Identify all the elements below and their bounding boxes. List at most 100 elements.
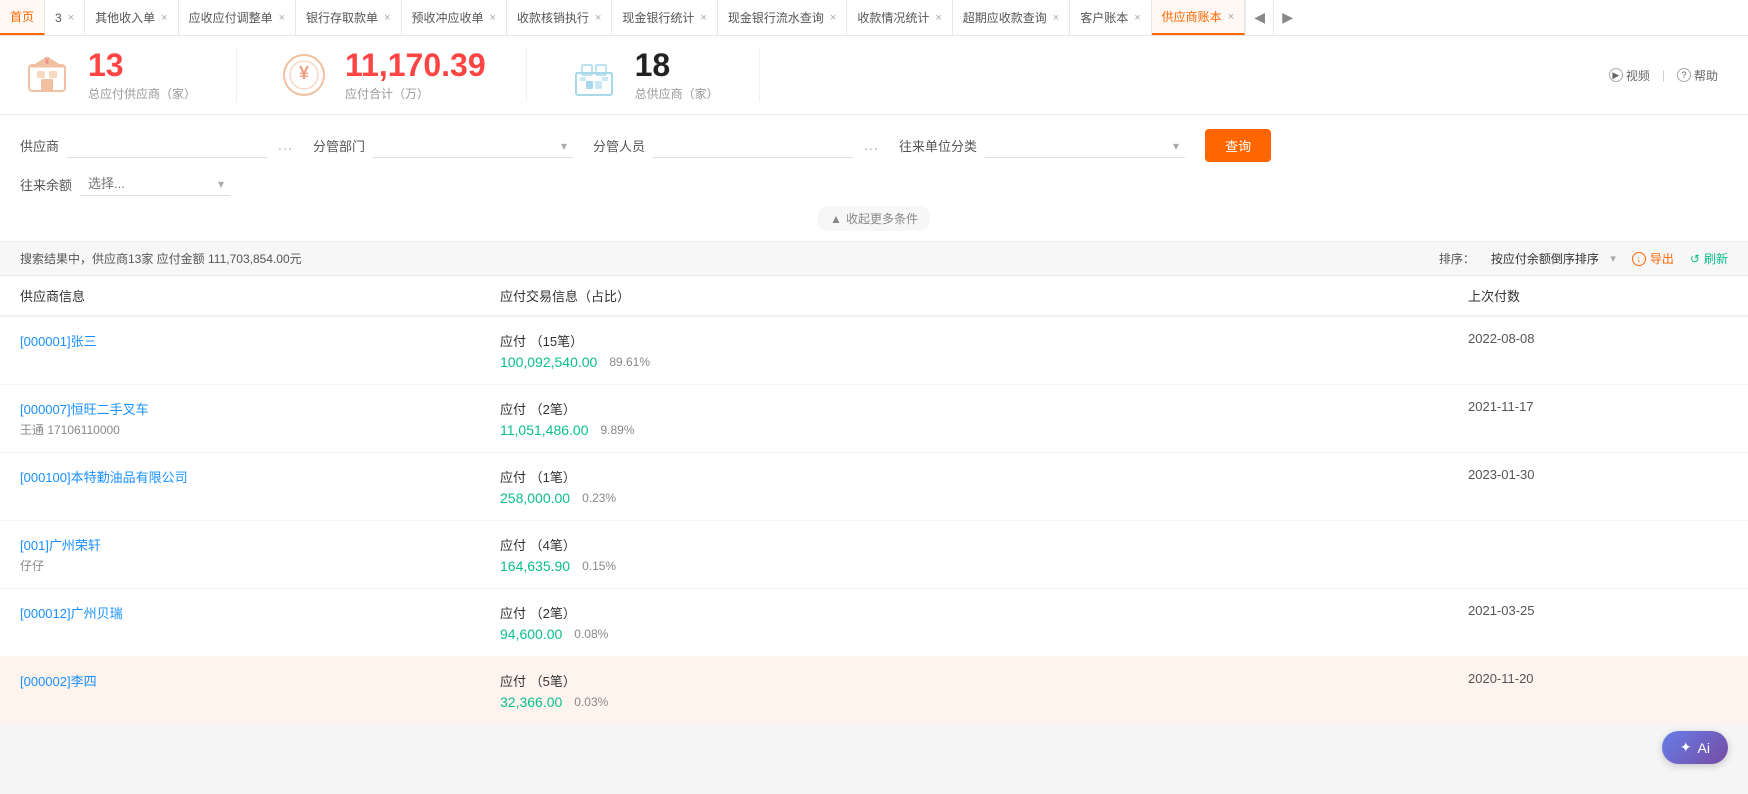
trans-label: 应付 （2笔） [500,399,1468,418]
nav-tab-overdue[interactable]: 超期应收款查询 × [953,0,1070,35]
close-icon[interactable]: × [830,12,836,24]
nav-tab-cash-flow[interactable]: 现金银行流水查询 × [718,0,847,35]
nav-tab-payment-stat[interactable]: 收款情况统计 × [847,0,952,35]
results-actions: 排序： 按应付余额倒序排序 ↓ 导出 ↺ 刷新 [1439,250,1728,267]
close-icon[interactable]: × [490,12,496,24]
supplier-link-000012[interactable]: [000012]广州贝瑞 [20,606,123,621]
stat-total-suppliers-label: 总供应商（家） [635,85,719,102]
nav-tab-advance[interactable]: 预收冲应收单 × [402,0,507,35]
last-pay-date: 2020-11-20 [1468,669,1534,686]
supplier-link-000100[interactable]: [000100]本特勤油品有限公司 [20,470,188,485]
supplier-sub: 王通 17106110000 [20,421,500,438]
close-icon[interactable]: × [384,12,390,24]
trans-count: （4笔） [530,538,576,553]
supplier-icon-3 [567,48,621,102]
supplier-link-000001[interactable]: [000001]张三 [20,334,97,349]
balance-select[interactable] [80,172,230,196]
close-icon[interactable]: × [935,12,941,24]
collapse-button[interactable]: ▲ 收起更多条件 [818,206,930,231]
stat-payable-total: ¥ 11,170.39 应付合计（万） [277,48,527,102]
help-link[interactable]: ? 帮助 [1677,67,1718,84]
results-bar: 搜索结果中，供应商13家 应付金额 111,703,854.00元 排序： 按应… [0,242,1748,276]
video-link[interactable]: ▶ 视频 [1609,67,1650,84]
search-button[interactable]: 查询 [1205,129,1271,162]
export-button[interactable]: ↓ 导出 [1632,250,1674,267]
trans-amount-link[interactable]: 100,092,540.00 [500,354,597,370]
nav-prev-arrow[interactable]: ◀ [1245,0,1273,35]
last-pay-cell: 2020-11-20 [1468,671,1728,686]
stat-total-number: 11,170.39 [345,48,486,83]
trans-info-cell: 应付 （2笔） 94,600.00 0.08% [500,603,1468,642]
supplier-link-000002[interactable]: [000002]李四 [20,674,97,689]
stat-total-suppliers: 18 总供应商（家） [567,48,760,102]
close-icon[interactable]: × [1228,11,1234,23]
trans-amount-link[interactable]: 164,635.90 [500,558,570,574]
close-icon[interactable]: × [1134,12,1140,24]
category-filter-label: 往来单位分类 [899,136,977,155]
close-icon[interactable]: × [68,12,74,24]
trans-amount-link[interactable]: 258,000.00 [500,490,570,506]
ai-icon: ✦ [1680,739,1692,756]
sort-label: 排序： [1439,250,1475,267]
person-input[interactable] [653,134,853,158]
category-select[interactable] [985,134,1185,158]
stat-payable-label: 总应付供应商（家） [88,85,196,102]
trans-amount-link[interactable]: 11,051,486.00 [500,422,589,438]
trans-count: （2笔） [530,402,576,417]
nav-tab-bank-label: 银行存取款单 [306,9,378,26]
nav-tab-supplier-ledger[interactable]: 供应商账本 × [1152,0,1245,35]
nav-tab-adjustment[interactable]: 应收应付调整单 × [179,0,296,35]
balance-filter: 往来余额 [20,172,230,196]
nav-tab-home[interactable]: 首页 [0,0,45,35]
balance-filter-label: 往来余额 [20,175,72,194]
supplier-dots-button[interactable]: … [277,137,293,155]
trans-percent: 0.15% [582,559,616,573]
supplier-name: 李四 [71,674,97,689]
table-header: 供应商信息 应付交易信息（占比） 上次付数 [0,276,1748,317]
trans-info-cell: 应付 （2笔） 11,051,486.00 9.89% [500,399,1468,438]
refresh-button[interactable]: ↺ 刷新 [1690,250,1728,267]
results-text: 搜索结果中，供应商13家 应付金额 111,703,854.00元 [20,250,1439,267]
nav-next-arrow[interactable]: ▶ [1273,0,1301,35]
trans-info-cell: 应付 （4笔） 164,635.90 0.15% [500,535,1468,574]
trans-type: 应付 [500,334,526,349]
nav-tab-3[interactable]: 3 × [45,0,85,35]
collapse-label: 收起更多条件 [846,210,918,227]
supplier-icon-2: ¥ [277,48,331,102]
nav-tab-cash-stat[interactable]: 现金银行统计 × [612,0,717,35]
stats-bar: ¥ 13 总应付供应商（家） ¥ 11,170.39 应付合计（万） [0,36,1748,115]
supplier-link-000007[interactable]: [000007]恒旺二手叉车 [20,402,149,417]
stat-payable-suppliers: ¥ 13 总应付供应商（家） [20,48,237,102]
nav-tab-customer-ledger[interactable]: 客户账本 × [1070,0,1151,35]
supplier-sub: 仔仔 [20,557,500,574]
svg-text:¥: ¥ [299,63,309,83]
sort-select[interactable]: 按应付余额倒序排序 [1491,252,1616,266]
supplier-input[interactable] [67,134,267,158]
sort-select-wrap: 按应付余额倒序排序 [1491,252,1616,266]
person-dots-button[interactable]: … [863,137,879,155]
close-icon[interactable]: × [700,12,706,24]
supplier-link-001[interactable]: [001]广州荣轩 [20,538,101,553]
trans-amount-link[interactable]: 32,366.00 [500,694,562,710]
supplier-id: [001] [20,538,49,553]
export-icon: ↓ [1632,252,1646,266]
close-icon[interactable]: × [595,12,601,24]
ai-button[interactable]: ✦ Ai [1662,731,1728,764]
last-pay-date: 2022-08-08 [1468,329,1535,346]
person-filter: 分管人员 … [593,134,879,158]
close-icon[interactable]: × [1053,12,1059,24]
nav-tab-other-income[interactable]: 其他收入单 × [85,0,178,35]
dept-filter-label: 分管部门 [313,136,365,155]
last-pay-date: 2023-01-30 [1468,465,1535,482]
nav-tab-collection[interactable]: 收款核销执行 × [507,0,612,35]
close-icon[interactable]: × [161,12,167,24]
trans-type: 应付 [500,470,526,485]
trans-amount-link[interactable]: 94,600.00 [500,626,562,642]
stat-total-label: 应付合计（万） [345,85,486,102]
dept-select[interactable] [373,134,573,158]
trans-percent: 0.03% [574,695,608,709]
nav-tab-bank[interactable]: 银行存取款单 × [296,0,401,35]
col-supplier-info: 供应商信息 [20,286,500,305]
svg-text:¥: ¥ [45,57,50,66]
close-icon[interactable]: × [279,12,285,24]
